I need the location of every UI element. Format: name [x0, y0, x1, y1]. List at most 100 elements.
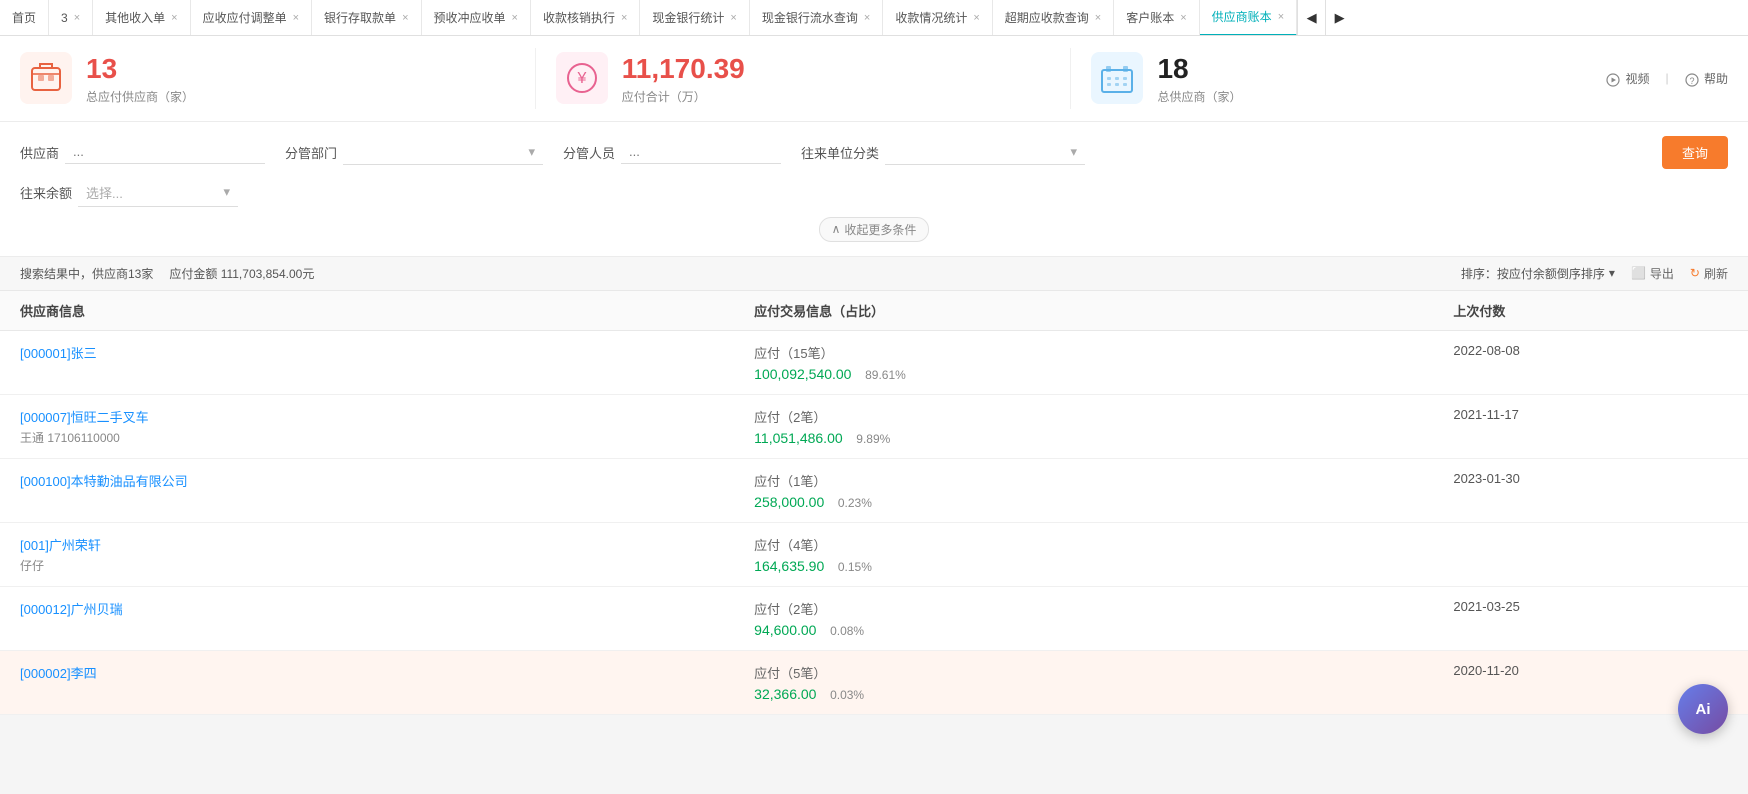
tab-receipt-exec[interactable]: 收款核销执行 × [531, 0, 640, 36]
close-tab-cash-bank-stats[interactable]: × [730, 12, 736, 24]
tab-ar-ap-adjust[interactable]: 应收应付调整单 × [191, 0, 312, 36]
dept-filter-label: 分管部门 [285, 143, 337, 162]
tab-cash-bank-flow[interactable]: 现金银行流水查询 × [750, 0, 883, 36]
supplier-link-0[interactable]: [000001]张三 [20, 346, 97, 361]
table-row: [000012]广州贝瑞应付（2笔） 94,600.00 0.08%2021-0… [0, 586, 1748, 650]
payable-suppliers-label: 总应付供应商（家） [86, 88, 194, 105]
supplier-link-3[interactable]: [001]广州荣轩 [20, 538, 101, 553]
nav-prev-arrow[interactable]: ◀ [1297, 0, 1325, 36]
tx-amount-5[interactable]: 32,366.00 [754, 686, 816, 702]
dept-chevron-icon: ▾ [529, 144, 536, 160]
last-date-2: 2023-01-30 [1453, 471, 1520, 486]
svg-text:?: ? [1689, 76, 1694, 86]
close-tab-other-income[interactable]: × [171, 12, 177, 24]
supplier-cell-0: [000001]张三 [0, 330, 734, 394]
stats-bar: 13 总应付供应商（家） ¥ 11,170.39 应付合计（万） [0, 36, 1748, 122]
result-info-text: 搜索结果中，供应商13家 [20, 265, 153, 282]
close-tab-3[interactable]: × [74, 12, 80, 24]
person-input[interactable] [621, 140, 781, 164]
tx-amount-0[interactable]: 100,092,540.00 [754, 366, 851, 382]
balance-filter: 往来余额 选择... ▾ [20, 179, 238, 207]
tx-cell-5: 应付（5笔） 32,366.00 0.03% [734, 650, 1433, 714]
table-header-row: 供应商信息 应付交易信息（占比） 上次付数 [0, 291, 1748, 331]
collapse-row: ∧ 收起更多条件 [20, 217, 1728, 242]
close-tab-ar-ap-adjust[interactable]: × [293, 12, 299, 24]
sort-chevron-icon: ▾ [1609, 266, 1615, 280]
balance-filter-label: 往来余额 [20, 183, 72, 202]
tab-3[interactable]: 3 × [49, 0, 93, 36]
tab-advance-receipt[interactable]: 预收冲应收单 × [422, 0, 531, 36]
tx-label-0: 应付（15笔） [754, 343, 1413, 362]
tx-amount-2[interactable]: 258,000.00 [754, 494, 824, 510]
payable-total-label: 应付合计（万） [622, 88, 745, 105]
tx-pct-5: 0.03% [830, 688, 864, 702]
nav-next-arrow[interactable]: ▶ [1325, 0, 1353, 36]
sort-select[interactable]: 排序：按应付余额倒序排序 ▾ [1461, 265, 1615, 282]
supplier-table: 供应商信息 应付交易信息（占比） 上次付数 [000001]张三 应付（15笔） … [0, 291, 1748, 715]
tx-cell-1: 应付（2笔） 11,051,486.00 9.89% [734, 394, 1433, 458]
tx-pct-2: 0.23% [838, 496, 872, 510]
collapse-button[interactable]: ∧ 收起更多条件 [819, 217, 930, 242]
last-date-1: 2021-11-17 [1453, 407, 1519, 422]
table-row: [000007]恒旺二手叉车王通 17106110000 应付（2笔） 11,05… [0, 394, 1748, 458]
tab-customer-ledger[interactable]: 客户账本 × [1114, 0, 1199, 36]
supplier-filter-label: 供应商 [20, 143, 59, 162]
supplier-cell-3: [001]广州荣轩仔仔 [0, 522, 734, 586]
last-date-0: 2022-08-08 [1453, 343, 1520, 358]
close-tab-receipt-stats[interactable]: × [973, 12, 979, 24]
help-link[interactable]: ? 帮助 [1685, 70, 1728, 87]
tab-home[interactable]: 首页 [0, 0, 49, 36]
close-tab-cash-bank-flow[interactable]: × [864, 12, 870, 24]
tx-pct-1: 9.89% [856, 432, 890, 446]
date-cell-2: 2023-01-30 [1433, 458, 1748, 522]
tx-amount-3[interactable]: 164,635.90 [754, 558, 824, 574]
close-tab-supplier-ledger[interactable]: × [1278, 11, 1284, 23]
close-tab-overdue-ar[interactable]: × [1095, 12, 1101, 24]
dept-filter: 分管部门 ▾ [285, 140, 543, 165]
stat-total-suppliers: 18 总供应商（家） [1071, 48, 1606, 109]
close-tab-advance-receipt[interactable]: × [512, 12, 518, 24]
supplier-link-2[interactable]: [000100]本特勤油品有限公司 [20, 474, 188, 489]
balance-chevron-icon: ▾ [223, 184, 230, 200]
close-tab-bank-deposit[interactable]: × [402, 12, 408, 24]
ai-button[interactable]: Ai [1678, 684, 1728, 734]
supplier-input[interactable] [65, 140, 265, 164]
category-select[interactable]: ▾ [885, 140, 1085, 165]
collapse-up-icon: ∧ [832, 222, 841, 236]
col-supplier-info: 供应商信息 [0, 291, 734, 331]
supplier-link-1[interactable]: [000007]恒旺二手叉车 [20, 410, 149, 425]
close-tab-receipt-exec[interactable]: × [621, 12, 627, 24]
balance-select[interactable]: 选择... ▾ [78, 179, 238, 207]
query-button[interactable]: 查询 [1662, 136, 1728, 169]
close-tab-customer-ledger[interactable]: × [1180, 12, 1186, 24]
balance-placeholder: 选择... [86, 183, 123, 202]
supplier-link-4[interactable]: [000012]广州贝瑞 [20, 602, 123, 617]
filter-row-2: 往来余额 选择... ▾ [20, 179, 1728, 207]
tx-cell-2: 应付（1笔） 258,000.00 0.23% [734, 458, 1433, 522]
tab-cash-bank-stats[interactable]: 现金银行统计 × [640, 0, 749, 36]
tab-supplier-ledger[interactable]: 供应商账本 × [1200, 0, 1297, 36]
tx-cell-4: 应付（2笔） 94,600.00 0.08% [734, 586, 1433, 650]
tab-bank-deposit[interactable]: 银行存取款单 × [312, 0, 421, 36]
person-filter: 分管人员 [563, 140, 781, 164]
refresh-button[interactable]: ↻ 刷新 [1690, 265, 1728, 282]
tx-cell-0: 应付（15笔） 100,092,540.00 89.61% [734, 330, 1433, 394]
tx-label-5: 应付（5笔） [754, 663, 1413, 682]
export-button[interactable]: ⬜ 导出 [1631, 265, 1674, 282]
supplier-filter: 供应商 [20, 140, 265, 164]
supplier-sub-1: 王通 17106110000 [20, 429, 714, 446]
tab-other-income[interactable]: 其他收入单 × [93, 0, 190, 36]
tx-amount-1[interactable]: 11,051,486.00 [754, 430, 843, 446]
tx-pct-4: 0.08% [830, 624, 864, 638]
dept-select[interactable]: ▾ [343, 140, 543, 165]
video-link[interactable]: 视频 [1606, 70, 1649, 87]
stat-payable-suppliers: 13 总应付供应商（家） [20, 48, 536, 109]
tab-overdue-ar[interactable]: 超期应收款查询 × [993, 0, 1114, 36]
date-cell-3 [1433, 522, 1748, 586]
tx-amount-4[interactable]: 94,600.00 [754, 622, 816, 638]
supplier-link-5[interactable]: [000002]李四 [20, 666, 97, 681]
stat-links: 视频 | ? 帮助 [1606, 70, 1728, 87]
tx-label-4: 应付（2笔） [754, 599, 1413, 618]
category-filter: 往来单位分类 ▾ [801, 140, 1085, 165]
tab-receipt-stats[interactable]: 收款情况统计 × [883, 0, 992, 36]
